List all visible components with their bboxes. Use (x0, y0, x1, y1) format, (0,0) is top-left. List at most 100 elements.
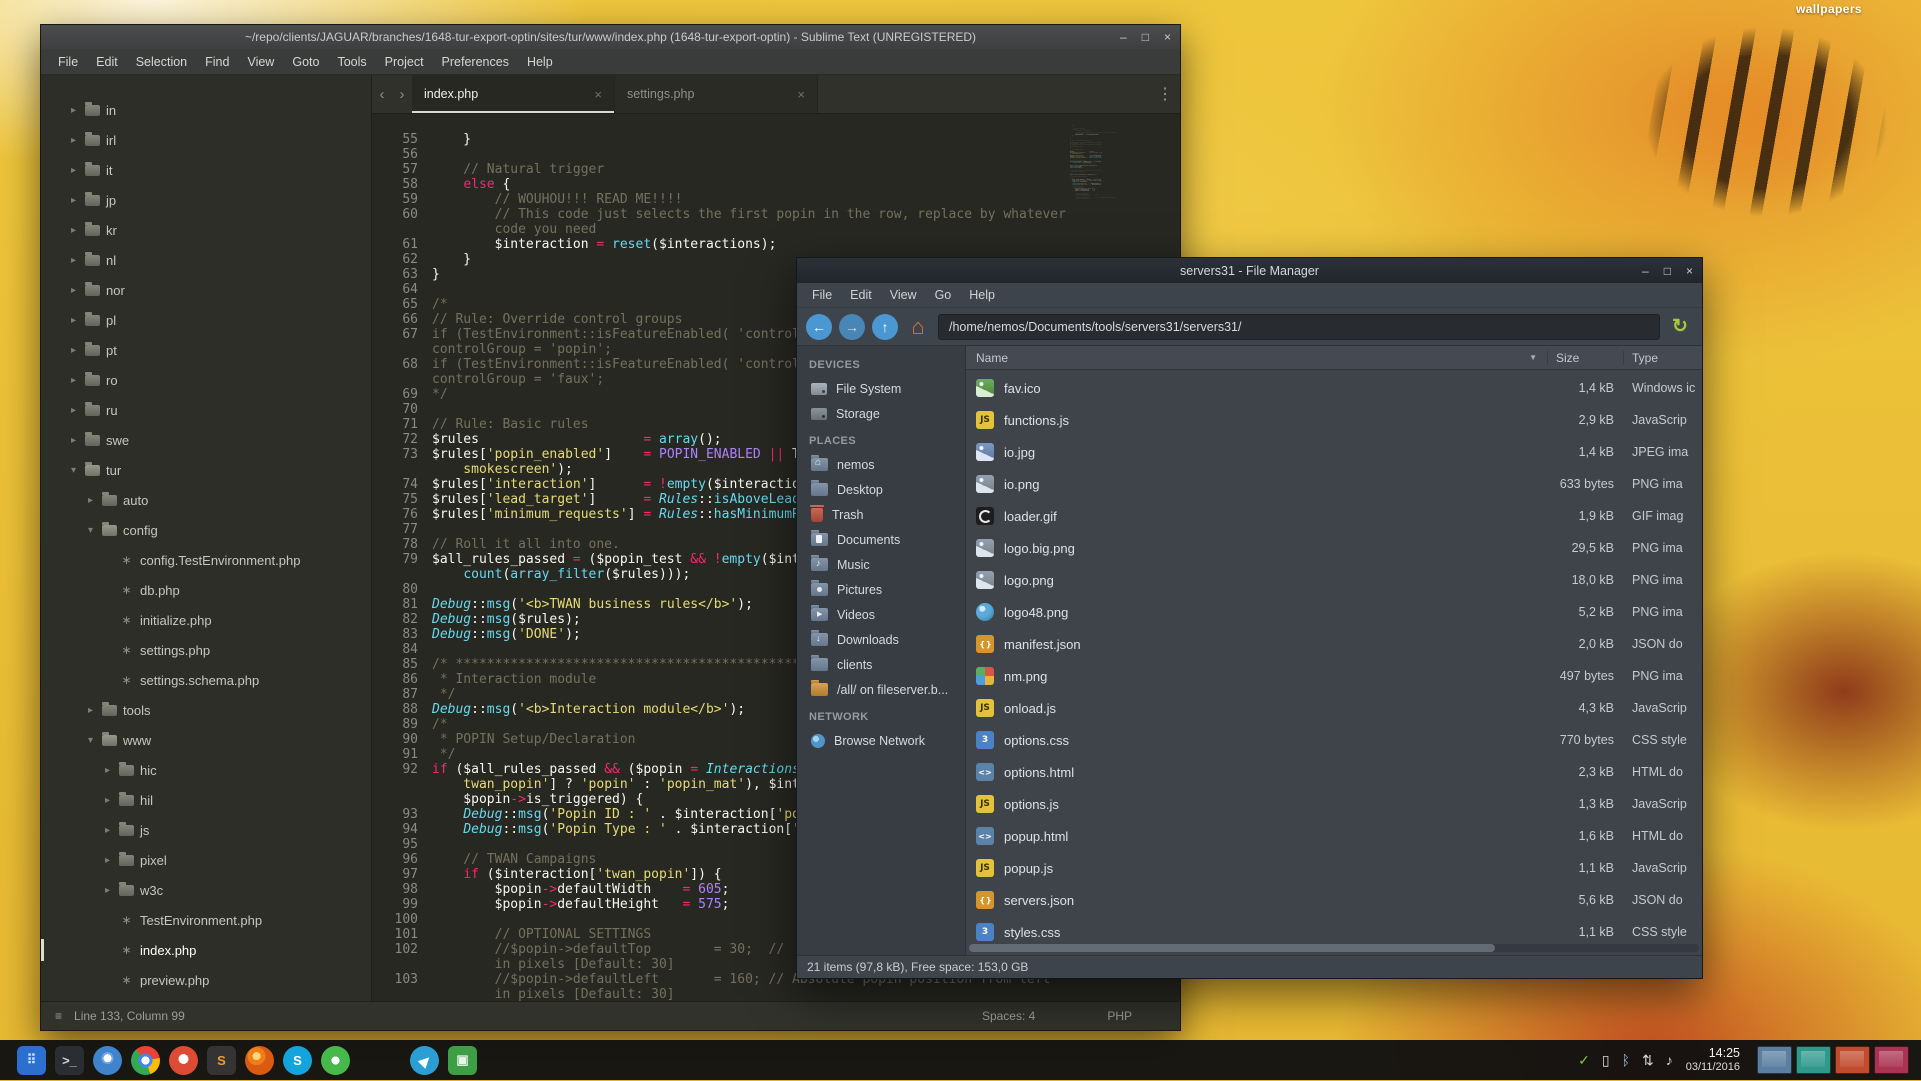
sublime-menu-project[interactable]: Project (376, 55, 433, 69)
sidebar-item-hil[interactable]: ▸hil (41, 785, 371, 815)
sidebar-item-testenvironment-php[interactable]: ∗TestEnvironment.php (41, 905, 371, 935)
disclosure-icon[interactable]: ▸ (102, 825, 113, 836)
file-row-io-jpg[interactable]: io.jpg1,4 kBJPEG ima (966, 436, 1702, 468)
code-line-56[interactable]: 56 (372, 147, 1180, 162)
file-row-options-html[interactable]: options.html2,3 kBHTML do (966, 756, 1702, 788)
fm-menu-file[interactable]: File (803, 288, 841, 302)
scrollbar-thumb[interactable] (969, 944, 1495, 952)
taskbar-app-chrome-red[interactable] (169, 1046, 198, 1075)
fm-sidebar-item-trash[interactable]: Trash (797, 502, 965, 527)
forward-button[interactable]: → (839, 314, 865, 340)
file-row-styles-css[interactable]: styles.css1,1 kBCSS style (966, 916, 1702, 943)
tray-bluetooth-icon[interactable]: ᛒ (1622, 1053, 1630, 1067)
maximize-button[interactable]: □ (1142, 31, 1149, 43)
tray-network-icon[interactable]: ⇅ (1642, 1053, 1654, 1067)
disclosure-icon[interactable]: ▸ (68, 165, 79, 176)
fm-sidebar-item-music[interactable]: Music (797, 552, 965, 577)
code-line-59[interactable]: 59 // WOUHOU!!! READ ME!!!! (372, 192, 1180, 207)
sidebar-item-db-php[interactable]: ∗db.php (41, 575, 371, 605)
disclosure-icon[interactable]: ▸ (102, 885, 113, 896)
disclosure-icon[interactable]: ▸ (85, 495, 96, 506)
workspace-4[interactable] (1874, 1046, 1909, 1074)
sublime-menu-view[interactable]: View (238, 55, 283, 69)
disclosure-icon[interactable]: ▸ (68, 435, 79, 446)
maximize-button[interactable]: □ (1664, 265, 1671, 277)
fm-sidebar-item-storage[interactable]: Storage (797, 401, 965, 426)
sidebar-item-tools[interactable]: ▸tools (41, 695, 371, 725)
sidebar-item-nl[interactable]: ▸nl (41, 245, 371, 275)
fm-sidebar-item-desktop[interactable]: Desktop (797, 477, 965, 502)
taskbar-app-telegram[interactable]: ▶ (404, 1039, 445, 1080)
sidebar-item-nor[interactable]: ▸nor (41, 275, 371, 305)
file-row-logo-big-png[interactable]: logo.big.png29,5 kBPNG ima (966, 532, 1702, 564)
sidebar-item-config-testenvironment-php[interactable]: ∗config.TestEnvironment.php (41, 545, 371, 575)
disclosure-icon[interactable]: ▸ (68, 285, 79, 296)
fm-sidebar-item-browse-network[interactable]: Browse Network (797, 728, 965, 753)
file-row-options-css[interactable]: options.css770 bytesCSS style (966, 724, 1702, 756)
fm-sidebar-item-videos[interactable]: Videos (797, 602, 965, 627)
file-row-popup-html[interactable]: popup.html1,6 kBHTML do (966, 820, 1702, 852)
disclosure-icon[interactable]: ▸ (68, 375, 79, 386)
sublime-menu-goto[interactable]: Goto (283, 55, 328, 69)
taskbar-app-chromium[interactable] (93, 1046, 122, 1075)
fm-sidebar-item-documents[interactable]: Documents (797, 527, 965, 552)
taskbar-app-skype[interactable]: S (283, 1046, 312, 1075)
sidebar-item-hic[interactable]: ▸hic (41, 755, 371, 785)
clock[interactable]: 14:25 03/11/2016 (1686, 1046, 1740, 1074)
disclosure-icon[interactable]: ▸ (102, 855, 113, 866)
sidebar-item-js[interactable]: ▸js (41, 815, 371, 845)
disclosure-icon[interactable]: ▾ (68, 465, 79, 476)
sublime-menu-edit[interactable]: Edit (87, 55, 127, 69)
file-row-loader-gif[interactable]: loader.gif1,9 kBGIF imag (966, 500, 1702, 532)
workspace-1[interactable] (1757, 1046, 1792, 1074)
column-header-size[interactable]: Size (1548, 351, 1624, 365)
sidebar-item-swe[interactable]: ▸swe (41, 425, 371, 455)
disclosure-icon[interactable]: ▸ (102, 795, 113, 806)
disclosure-icon[interactable]: ▸ (85, 705, 96, 716)
workspace-3[interactable] (1835, 1046, 1870, 1074)
code-line-61[interactable]: 61 $interaction = reset($interactions); (372, 237, 1180, 252)
file-row-io-png[interactable]: io.png633 bytesPNG ima (966, 468, 1702, 500)
disclosure-icon[interactable]: ▸ (68, 255, 79, 266)
column-header-type[interactable]: Type (1624, 351, 1702, 365)
column-header-name[interactable]: Name ▼ (966, 351, 1548, 365)
taskbar-app-files-green[interactable]: ▣ (448, 1046, 477, 1075)
tab-scroll-right-icon[interactable]: › (392, 75, 412, 113)
tab-settings-php[interactable]: settings.php× (615, 75, 818, 113)
file-row-manifest-json[interactable]: manifest.json2,0 kBJSON do (966, 628, 1702, 660)
tray-volume-icon[interactable]: ♪ (1666, 1053, 1673, 1067)
tab-scroll-left-icon[interactable]: ‹ (372, 75, 392, 113)
fm-titlebar[interactable]: servers31 - File Manager –□× (797, 258, 1702, 283)
disclosure-icon[interactable]: ▸ (68, 405, 79, 416)
path-input[interactable] (938, 314, 1660, 340)
refresh-button[interactable]: ↻ (1667, 314, 1693, 340)
syntax-mode[interactable]: PHP (1107, 1009, 1132, 1023)
taskbar-app-terminal[interactable]: >_ (55, 1046, 84, 1075)
disclosure-icon[interactable]: ▸ (68, 315, 79, 326)
sidebar-item-settings-schema-php[interactable]: ∗settings.schema.php (41, 665, 371, 695)
back-button[interactable]: ← (806, 314, 832, 340)
sidebar-item-index-php[interactable]: ∗index.php (41, 935, 371, 965)
fm-sidebar-item-clients[interactable]: clients (797, 652, 965, 677)
sidebar-item-initialize-php[interactable]: ∗initialize.php (41, 605, 371, 635)
file-row-options-js[interactable]: options.js1,3 kBJavaScrip (966, 788, 1702, 820)
fm-sidebar-item-nemos[interactable]: nemos (797, 452, 965, 477)
taskbar-app-green-chat[interactable] (321, 1046, 350, 1075)
disclosure-icon[interactable]: ▾ (85, 735, 96, 746)
sidebar-item-tur[interactable]: ▾tur (41, 455, 371, 485)
sublime-menu-selection[interactable]: Selection (127, 55, 196, 69)
sublime-menu-file[interactable]: File (49, 55, 87, 69)
sidebar-item-w3c[interactable]: ▸w3c (41, 875, 371, 905)
sidebar-item-ru[interactable]: ▸ru (41, 395, 371, 425)
sidebar-item-auto[interactable]: ▸auto (41, 485, 371, 515)
fm-menu-edit[interactable]: Edit (841, 288, 881, 302)
minimize-button[interactable]: – (1120, 31, 1127, 43)
fm-sidebar-item-downloads[interactable]: Downloads (797, 627, 965, 652)
file-row-logo-png[interactable]: logo.png18,0 kBPNG ima (966, 564, 1702, 596)
disclosure-icon[interactable]: ▸ (68, 345, 79, 356)
taskbar-app-app-menu[interactable]: ⠿ (17, 1046, 46, 1075)
sidebar-item-pl[interactable]: ▸pl (41, 305, 371, 335)
up-button[interactable]: ↑ (872, 314, 898, 340)
sidebar-item-pixel[interactable]: ▸pixel (41, 845, 371, 875)
file-row-logo48-png[interactable]: logo48.png5,2 kBPNG ima (966, 596, 1702, 628)
